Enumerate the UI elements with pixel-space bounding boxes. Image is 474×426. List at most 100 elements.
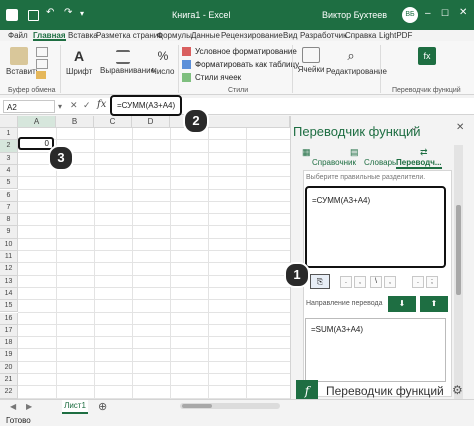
row-header[interactable]: 12: [0, 263, 18, 276]
format-table-button[interactable]: Форматировать как таблицу: [195, 60, 299, 69]
column-header[interactable]: C: [94, 116, 132, 128]
tab-review[interactable]: Рецензирование: [221, 30, 283, 41]
separator-option[interactable]: ,: [354, 276, 366, 288]
conditional-format-button[interactable]: Условное форматирование: [195, 47, 297, 56]
function-translator-icon: fx: [418, 47, 436, 65]
row-header[interactable]: 4: [0, 164, 18, 178]
column-header-blank[interactable]: [208, 116, 290, 128]
avatar[interactable]: ВБ: [402, 7, 418, 23]
tab-dictionary[interactable]: Словарь: [364, 158, 396, 167]
tab-insert[interactable]: Вставка: [68, 30, 98, 41]
row-header[interactable]: 1: [0, 128, 18, 141]
select-all-corner[interactable]: [0, 116, 18, 128]
tab-reference[interactable]: Справочник: [312, 158, 356, 167]
separator-option[interactable]: ,: [384, 276, 396, 288]
row-header[interactable]: 17: [0, 324, 18, 338]
alignment-button[interactable]: Выравнивание: [100, 47, 155, 75]
name-box[interactable]: A2: [3, 100, 55, 113]
row-header[interactable]: 14: [0, 287, 18, 301]
grid-line: [94, 128, 95, 399]
grid-line: [18, 176, 290, 178]
tab-formulas[interactable]: Формулы: [157, 30, 192, 41]
cell-styles-button[interactable]: Стили ячеек: [195, 73, 241, 82]
tab-data[interactable]: Данные: [191, 30, 220, 41]
row-header[interactable]: 7: [0, 201, 18, 215]
separator-option[interactable]: .: [340, 276, 352, 288]
column-header[interactable]: B: [56, 116, 94, 128]
row-header[interactable]: 20: [0, 361, 18, 374]
cell-a2[interactable]: 0: [18, 137, 54, 150]
undo-icon[interactable]: ↶: [46, 7, 58, 19]
settings-gear-icon[interactable]: ⚙: [452, 383, 463, 397]
column-header[interactable]: A: [18, 116, 56, 128]
result-formula-output[interactable]: =SUM(A3+A4): [305, 318, 446, 382]
translator-ribbon-button[interactable]: fx: [384, 47, 470, 67]
tab-file[interactable]: Файл: [8, 30, 28, 41]
cut-icon[interactable]: [36, 47, 48, 57]
translate-down-button[interactable]: ⬇: [388, 296, 416, 312]
pane-options-icon[interactable]: ⌄: [410, 122, 418, 133]
row-header[interactable]: 3: [0, 152, 18, 165]
pane-close-icon[interactable]: ✕: [456, 122, 464, 133]
row-header[interactable]: 16: [0, 312, 18, 325]
number-button[interactable]: % Число: [150, 47, 176, 76]
quick-access-dropdown-icon[interactable]: ▾: [80, 9, 92, 21]
row-header[interactable]: 15: [0, 300, 18, 313]
confirm-formula-icon[interactable]: ✓: [83, 100, 91, 111]
translate-up-button[interactable]: ⬆: [420, 296, 448, 312]
minimize-icon[interactable]: –: [425, 8, 431, 19]
redo-icon[interactable]: ↷: [64, 7, 76, 19]
tab-view[interactable]: Вид: [283, 30, 297, 41]
percent-icon: %: [157, 49, 169, 63]
horizontal-scroll-thumb[interactable]: [182, 404, 212, 408]
horizontal-scrollbar[interactable]: [180, 403, 280, 409]
maximize-icon[interactable]: ☐: [441, 8, 449, 19]
formula-input[interactable]: =СУММ(A3+A4): [110, 95, 182, 116]
cells-button[interactable]: Ячейки: [296, 47, 326, 74]
row-header[interactable]: 9: [0, 226, 18, 239]
separator-option[interactable]: ;: [426, 276, 438, 288]
separator-option[interactable]: \: [370, 276, 382, 288]
row-header[interactable]: 8: [0, 214, 18, 227]
row-header[interactable]: 6: [0, 189, 18, 202]
source-formula-input[interactable]: =СУММ(A3+A4): [305, 186, 446, 268]
row-header[interactable]: 19: [0, 349, 18, 362]
tab-developer[interactable]: Разработчик: [300, 30, 347, 41]
row-header[interactable]: 18: [0, 337, 18, 350]
grid-line: [18, 262, 290, 264]
row-header[interactable]: 5: [0, 177, 18, 190]
format-painter-icon[interactable]: [36, 71, 46, 79]
row-header[interactable]: 2: [0, 140, 18, 153]
cancel-formula-icon[interactable]: ✕: [70, 100, 78, 111]
font-button[interactable]: A Шрифт: [66, 47, 92, 76]
align-icon: [116, 50, 130, 64]
row-header[interactable]: 13: [0, 275, 18, 288]
name-box-dropdown-icon[interactable]: ▾: [58, 102, 62, 111]
pane-scrollbar[interactable]: [454, 145, 463, 400]
sheet-prev-icon[interactable]: ◀: [10, 402, 16, 411]
add-sheet-icon[interactable]: ⊕: [98, 400, 107, 413]
tab-lightpdf[interactable]: LightPDF: [379, 30, 412, 41]
spreadsheet-grid[interactable]: A B C D E 123456789101112131415161718192…: [0, 116, 290, 399]
grid-line: [18, 237, 290, 239]
row-header[interactable]: 10: [0, 238, 18, 251]
column-header[interactable]: D: [132, 116, 170, 128]
tab-translator[interactable]: Переводч...: [396, 158, 442, 169]
paste-button[interactable]: Вставить: [6, 47, 40, 76]
row-header[interactable]: 21: [0, 374, 18, 387]
save-icon[interactable]: [28, 10, 39, 21]
tab-help[interactable]: Справка: [345, 30, 376, 41]
insert-function-icon[interactable]: fx: [97, 99, 106, 110]
close-icon[interactable]: ✕: [459, 7, 467, 18]
row-header[interactable]: 11: [0, 251, 18, 264]
row-header[interactable]: 22: [0, 386, 18, 399]
tab-page-layout[interactable]: Разметка страниц: [96, 30, 163, 41]
sheet-next-icon[interactable]: ▶: [26, 402, 32, 411]
editing-button[interactable]: ⌕ Редактирование: [326, 47, 387, 76]
separator-option[interactable]: .: [412, 276, 424, 288]
paste-from-cell-button[interactable]: ⎘: [310, 274, 330, 289]
copy-icon[interactable]: [36, 59, 48, 69]
pane-scroll-thumb[interactable]: [456, 205, 461, 295]
sheet-tab[interactable]: Лист1: [62, 400, 88, 414]
tab-home[interactable]: Главная: [33, 30, 66, 41]
